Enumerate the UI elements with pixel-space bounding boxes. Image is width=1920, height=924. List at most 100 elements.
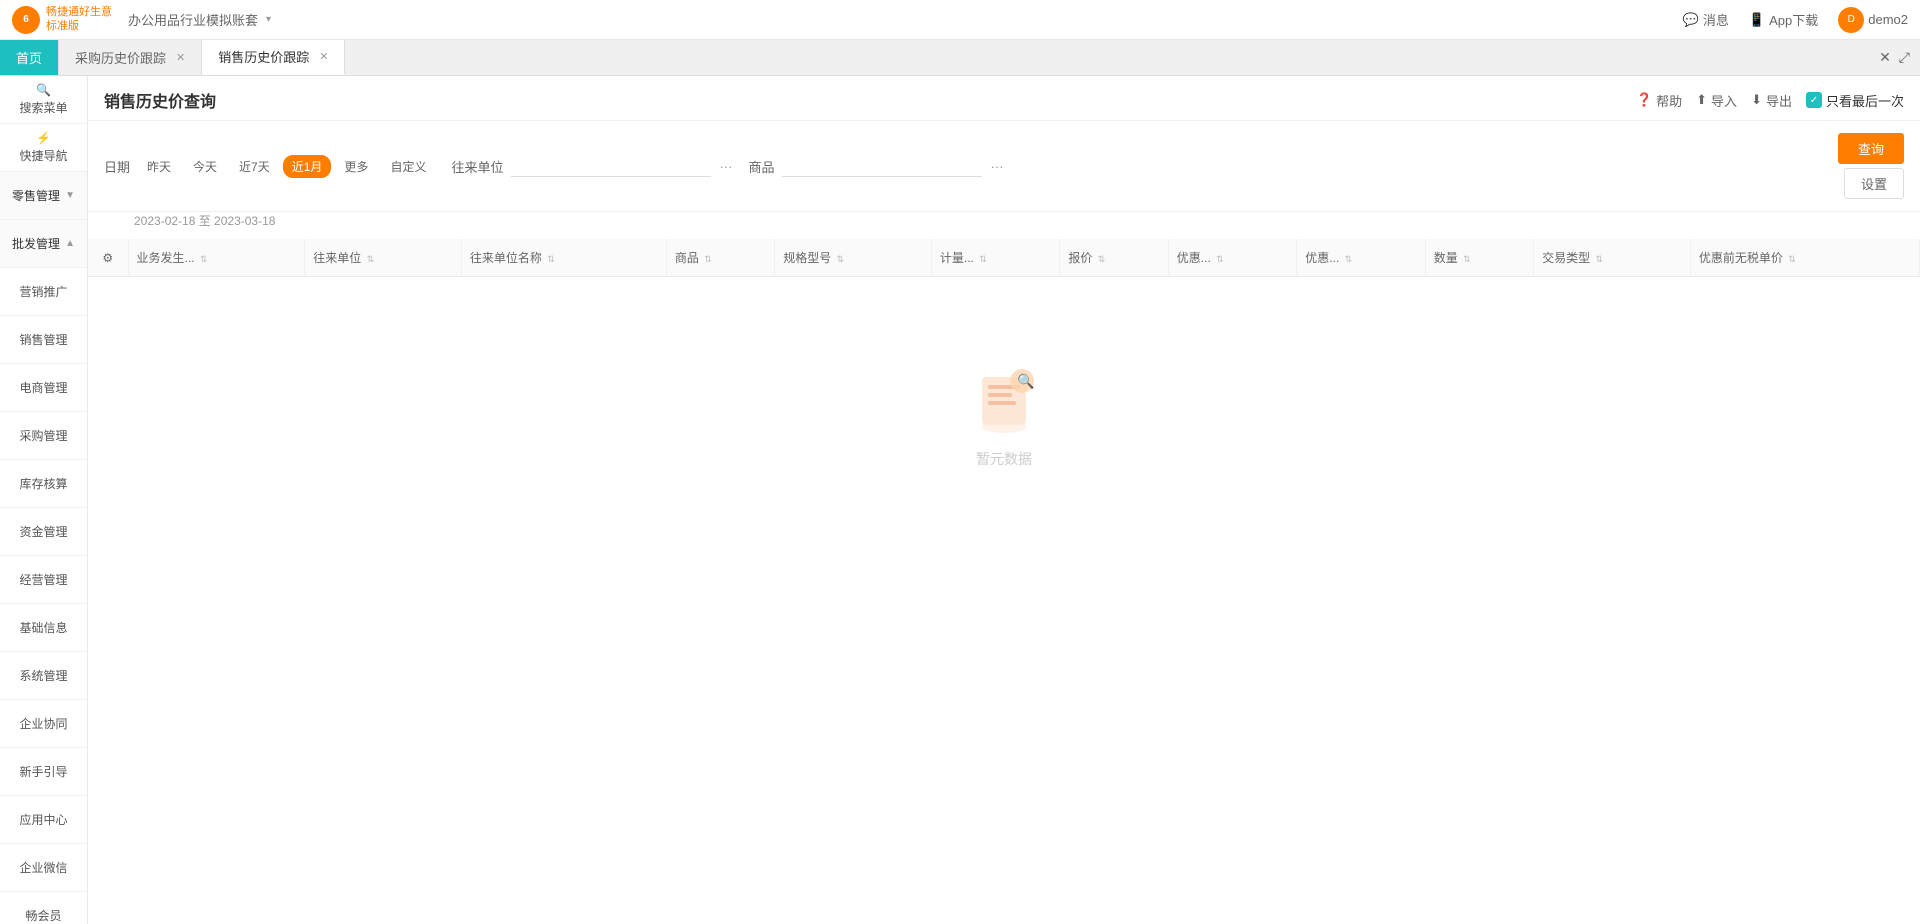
date-label: 日期 xyxy=(104,157,130,176)
export-icon: ⬇ xyxy=(1751,92,1762,108)
settings-button[interactable]: 设置 xyxy=(1844,168,1904,199)
sort-icon: ⇅ xyxy=(367,254,375,264)
sidebar-item-apps[interactable]: 应用中心 xyxy=(0,796,87,844)
sidebar-item-purchase[interactable]: 采购管理 xyxy=(0,412,87,460)
sidebar-item-sales-mgmt[interactable]: 销售管理 xyxy=(0,316,87,364)
date-btn-more[interactable]: 更多 xyxy=(335,155,377,178)
message-icon: 💬 xyxy=(1683,12,1699,28)
tab-bar-actions: ✕ ⤢ xyxy=(1869,40,1920,75)
sidebar-item-operations[interactable]: 经营管理 xyxy=(0,556,87,604)
logo-icon: 6 xyxy=(12,6,40,34)
logo-area: 6 畅捷通好生意 标准版 xyxy=(12,6,112,34)
tab-home[interactable]: 首页 xyxy=(0,40,59,75)
sort-icon: ⇅ xyxy=(1216,254,1224,264)
sidebar-item-retail[interactable]: 零售管理 ▼ xyxy=(0,172,87,220)
data-table: ⚙ 业务发生... ⇅ 往来单位 ⇅ 往来单位名称 xyxy=(88,239,1920,277)
export-button[interactable]: ⬇ 导出 xyxy=(1751,91,1792,110)
th-biz-date[interactable]: 业务发生... ⇅ xyxy=(128,239,305,277)
th-partner-code[interactable]: 往来单位 ⇅ xyxy=(305,239,462,277)
sort-icon: ⇅ xyxy=(704,254,712,264)
message-nav[interactable]: 💬 消息 xyxy=(1683,10,1729,29)
header-right: 💬 消息 📱 App下载 D demo2 xyxy=(1683,7,1908,33)
sidebar-item-inventory[interactable]: 库存核算 xyxy=(0,460,87,508)
sidebar-item-system[interactable]: 系统管理 xyxy=(0,652,87,700)
th-partner-name[interactable]: 往来单位名称 ⇅ xyxy=(461,239,666,277)
th-spec[interactable]: 规格型号 ⇅ xyxy=(775,239,932,277)
sort-icon: ⇅ xyxy=(1463,254,1471,264)
sort-icon: ⇅ xyxy=(1098,254,1106,264)
tab-purchase-history[interactable]: 采购历史价跟踪 ✕ xyxy=(59,40,202,75)
sidebar-item-marketing[interactable]: 营销推广 xyxy=(0,268,87,316)
close-tab-icon[interactable]: ✕ xyxy=(1879,49,1891,66)
sidebar-item-shortcuts[interactable]: ⚡ 快捷导航 xyxy=(0,124,87,172)
search-icon: 🔍 xyxy=(36,83,51,97)
retail-arrow-icon: ▼ xyxy=(65,190,75,201)
tab-close-sales[interactable]: ✕ xyxy=(319,50,328,63)
table-settings-icon[interactable]: ⚙ xyxy=(102,251,113,265)
date-btn-1month[interactable]: 近1月 xyxy=(283,155,332,178)
th-discount1[interactable]: 优惠... ⇅ xyxy=(1168,239,1297,277)
main-layout: 🔍 搜索菜单 ⚡ 快捷导航 零售管理 ▼ 批发管理 ▲ 营销推广 销售管理 电商… xyxy=(0,76,1920,924)
import-icon: ⬆ xyxy=(1696,92,1707,108)
dropdown-icon[interactable]: ▾ xyxy=(266,14,271,25)
avatar: D xyxy=(1838,7,1864,33)
goods-label: 商品 xyxy=(748,157,774,176)
date-btn-yesterday[interactable]: 昨天 xyxy=(138,155,180,178)
sidebar-item-finance[interactable]: 资金管理 xyxy=(0,508,87,556)
sort-icon: ⇅ xyxy=(1596,254,1604,264)
download-icon: 📱 xyxy=(1749,12,1765,28)
page-actions: ❓ 帮助 ⬆ 导入 ⬇ 导出 ✓ 只看最后一次 xyxy=(1636,91,1904,110)
import-button[interactable]: ⬆ 导入 xyxy=(1696,91,1737,110)
date-range-text: 2023-02-18 至 2023-03-18 xyxy=(134,212,275,229)
sidebar-item-basics[interactable]: 基础信息 xyxy=(0,604,87,652)
empty-text: 暂元数据 xyxy=(976,449,1032,469)
expand-icon[interactable]: ⤢ xyxy=(1899,49,1910,66)
shortcuts-icon: ⚡ xyxy=(36,131,51,145)
goods-dots[interactable]: ··· xyxy=(990,159,1003,174)
th-discount2[interactable]: 优惠... ⇅ xyxy=(1297,239,1426,277)
user-nav[interactable]: D demo2 xyxy=(1838,7,1908,33)
sidebar-item-wholesale[interactable]: 批发管理 ▲ xyxy=(0,220,87,268)
tab-close-purchase[interactable]: ✕ xyxy=(176,51,185,64)
sidebar-item-member[interactable]: 畅会员 xyxy=(0,892,87,924)
th-quote[interactable]: 报价 ⇅ xyxy=(1060,239,1168,277)
sort-icon: ⇅ xyxy=(979,254,987,264)
sidebar: 🔍 搜索菜单 ⚡ 快捷导航 零售管理 ▼ 批发管理 ▲ 营销推广 销售管理 电商… xyxy=(0,76,88,924)
date-filter-group: 日期 昨天 今天 近7天 近1月 更多 自定义 xyxy=(104,155,435,178)
date-range-row: 2023-02-18 至 2023-03-18 xyxy=(118,212,1920,239)
app-download-nav[interactable]: 📱 App下载 xyxy=(1749,10,1818,29)
sidebar-item-collab[interactable]: 企业协同 xyxy=(0,700,87,748)
tab-sales-history[interactable]: 销售历史价跟踪 ✕ xyxy=(202,40,345,75)
sidebar-item-wechat[interactable]: 企业微信 xyxy=(0,844,87,892)
goods-input[interactable] xyxy=(782,155,982,177)
help-icon: ❓ xyxy=(1636,92,1652,108)
date-btn-custom[interactable]: 自定义 xyxy=(381,155,435,178)
sidebar-item-ecommerce[interactable]: 电商管理 xyxy=(0,364,87,412)
help-button[interactable]: ❓ 帮助 xyxy=(1636,91,1682,110)
th-settings[interactable]: ⚙ xyxy=(88,239,128,277)
th-qty[interactable]: 数量 ⇅ xyxy=(1425,239,1533,277)
last-only-checkbox[interactable]: ✓ 只看最后一次 xyxy=(1806,91,1904,110)
page-header: 销售历史价查询 ❓ 帮助 ⬆ 导入 ⬇ 导出 ✓ xyxy=(88,76,1920,121)
sidebar-item-search[interactable]: 🔍 搜索菜单 xyxy=(0,76,87,124)
date-btn-today[interactable]: 今天 xyxy=(184,155,226,178)
query-button[interactable]: 查询 xyxy=(1838,133,1904,164)
query-actions: 查询 设置 xyxy=(1838,133,1904,199)
wholesale-arrow-icon: ▲ xyxy=(65,238,75,249)
th-goods[interactable]: 商品 ⇅ xyxy=(666,239,774,277)
app-title: 办公用品行业模拟账套 xyxy=(128,10,258,29)
date-btn-7days[interactable]: 近7天 xyxy=(230,155,279,178)
partner-input[interactable] xyxy=(511,155,711,177)
empty-state: 🔍 暂元数据 xyxy=(88,277,1920,549)
sidebar-item-guide[interactable]: 新手引导 xyxy=(0,748,87,796)
goods-filter-group: 商品 ··· xyxy=(748,155,1003,177)
partner-label: 往来单位 xyxy=(451,157,503,176)
table-container: ⚙ 业务发生... ⇅ 往来单位 ⇅ 往来单位名称 xyxy=(88,239,1920,549)
sort-icon: ⇅ xyxy=(837,254,845,264)
th-trade-type[interactable]: 交易类型 ⇅ xyxy=(1534,239,1691,277)
table-header-row: ⚙ 业务发生... ⇅ 往来单位 ⇅ 往来单位名称 xyxy=(88,239,1920,277)
th-pretax-price[interactable]: 优惠前无税单价 ⇅ xyxy=(1690,239,1919,277)
partner-dots[interactable]: ··· xyxy=(719,159,732,174)
partner-filter-group: 往来单位 ··· xyxy=(451,155,732,177)
th-unit[interactable]: 计量... ⇅ xyxy=(931,239,1060,277)
